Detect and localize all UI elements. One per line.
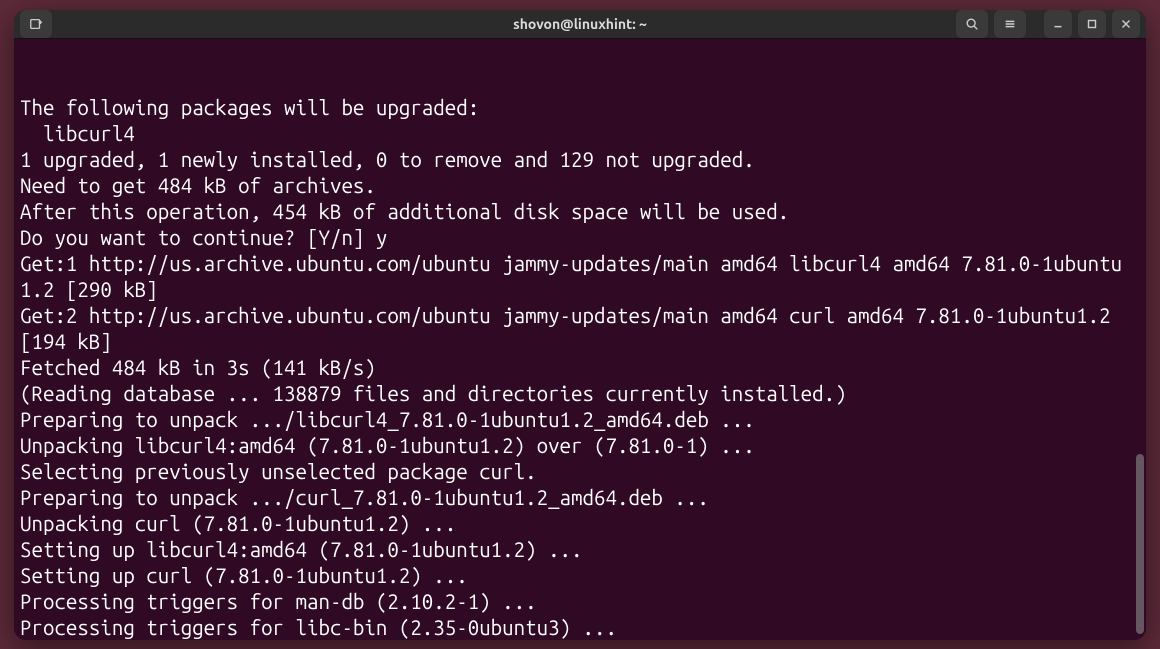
search-button[interactable] bbox=[956, 10, 988, 38]
terminal-area[interactable]: The following packages will be upgraded:… bbox=[14, 39, 1146, 640]
titlebar: shovon@linuxhint: ~ bbox=[14, 10, 1146, 39]
menu-button[interactable] bbox=[994, 10, 1026, 38]
close-button[interactable] bbox=[1112, 10, 1140, 38]
terminal-window: shovon@linuxhint: ~ bbox=[14, 10, 1146, 640]
terminal-output: The following packages will be upgraded:… bbox=[20, 95, 1140, 640]
minimize-button[interactable] bbox=[1044, 10, 1072, 38]
new-tab-button[interactable] bbox=[20, 10, 52, 38]
scrollbar-thumb[interactable] bbox=[1136, 454, 1144, 634]
maximize-button[interactable] bbox=[1078, 10, 1106, 38]
scrollbar[interactable] bbox=[1134, 52, 1144, 636]
